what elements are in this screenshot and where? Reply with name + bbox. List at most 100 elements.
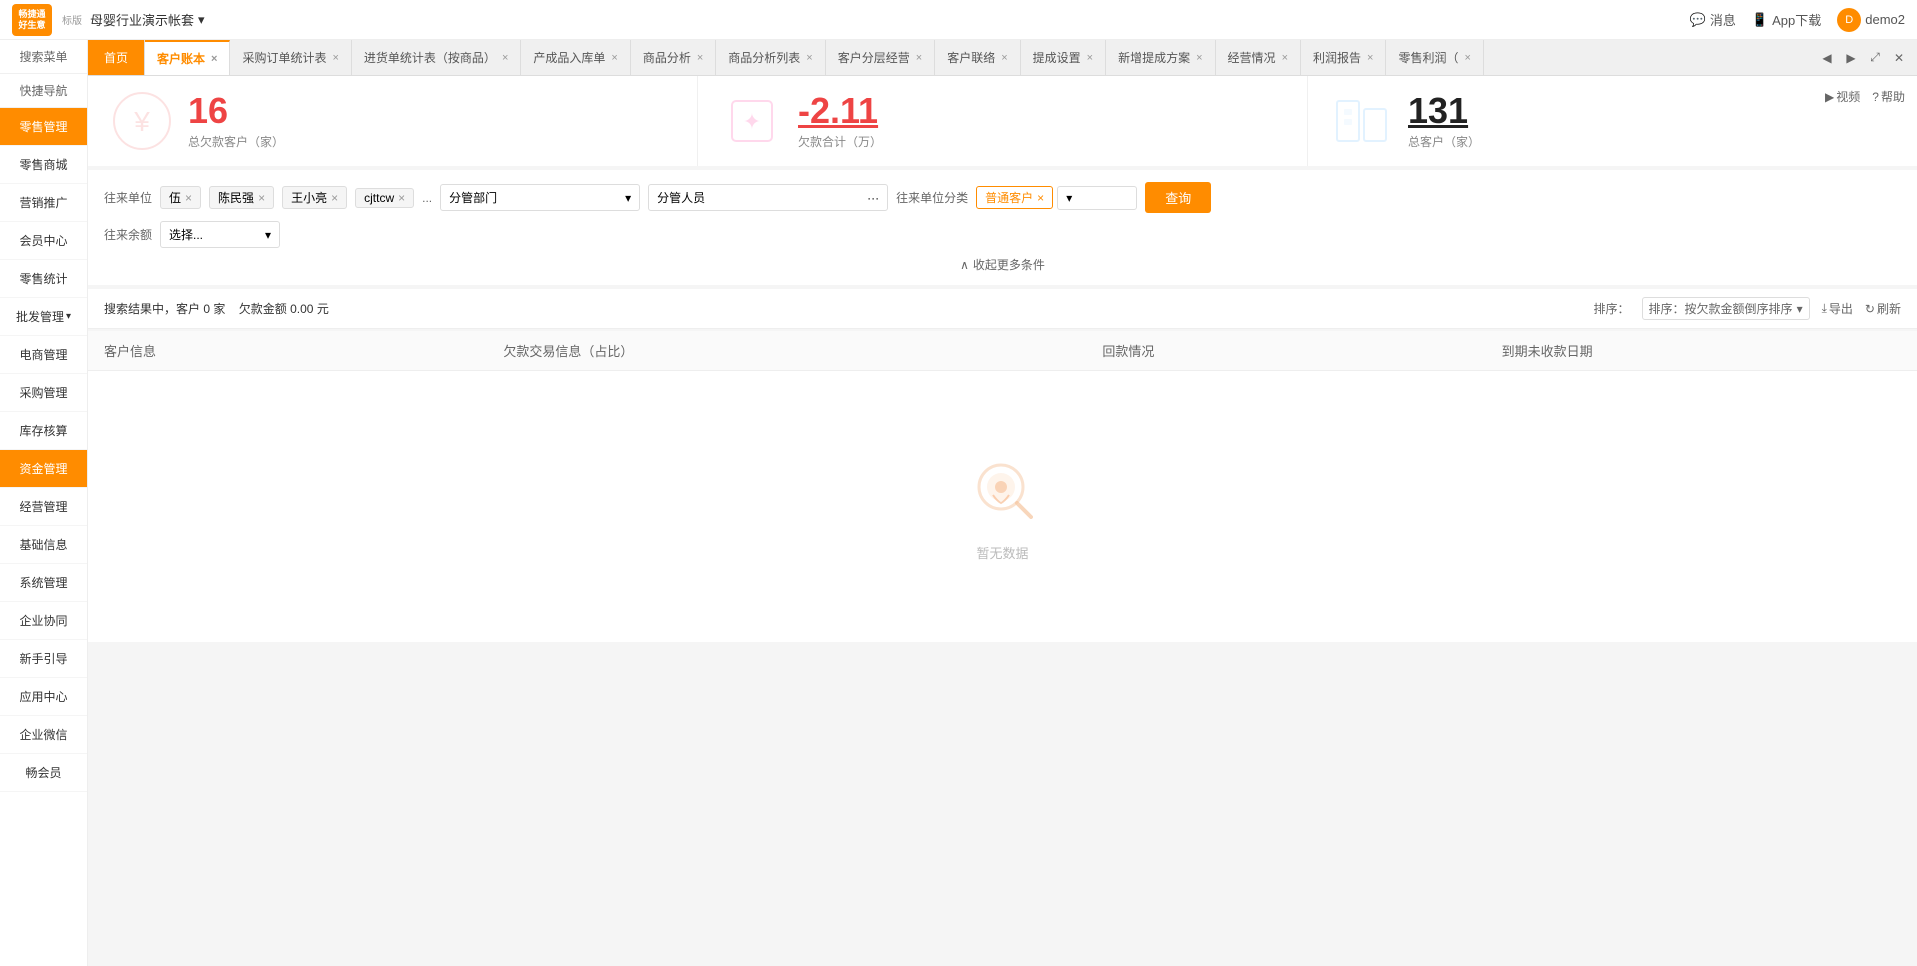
sidebar-item-member-vip[interactable]: 畅会员 bbox=[0, 754, 87, 792]
stat-info-all: 131 总客户（家） bbox=[1408, 93, 1480, 150]
filter-tag-chen[interactable]: 陈民强 × bbox=[209, 186, 274, 209]
tab-close-goods-analysis[interactable]: × bbox=[697, 52, 703, 64]
filter-more-tags[interactable]: ... bbox=[422, 191, 432, 205]
sidebar-quicknav[interactable]: 快捷导航 bbox=[0, 74, 87, 108]
filter-row-1: 往来单位 伍 × 陈民强 × 王小亮 × bbox=[104, 182, 1901, 213]
sidebar-item-new-guide[interactable]: 新手引导 bbox=[0, 640, 87, 678]
sidebar-item-inventory[interactable]: 库存核算 bbox=[0, 412, 87, 450]
store-selector[interactable]: 母婴行业演示帐套 ▾ bbox=[90, 10, 205, 29]
sidebar-item-member-center[interactable]: 会员中心 bbox=[0, 222, 87, 260]
filter-tag-wu[interactable]: 伍 × bbox=[160, 186, 201, 209]
help-btn[interactable]: ? 帮助 bbox=[1872, 88, 1905, 105]
remove-cjttcw-tag[interactable]: × bbox=[398, 191, 405, 205]
result-debt: 0.00 bbox=[290, 302, 313, 316]
tab-cost-in[interactable]: 产成品入库单 × bbox=[521, 40, 630, 76]
remove-wu-tag[interactable]: × bbox=[185, 191, 192, 205]
tab-close-new-propose[interactable]: × bbox=[1196, 52, 1202, 64]
tab-goods-analysis[interactable]: 商品分析 × bbox=[631, 40, 716, 76]
sidebar-item-basic-info[interactable]: 基础信息 bbox=[0, 526, 87, 564]
message-btn[interactable]: 💬 消息 bbox=[1690, 10, 1736, 29]
sidebar-item-capital[interactable]: 资金管理 bbox=[0, 450, 87, 488]
sidebar-item-batch-mgmt[interactable]: 批发管理 ▾ bbox=[0, 298, 87, 336]
balance-dropdown[interactable]: 选择... ▾ bbox=[160, 221, 280, 248]
tab-profit-report[interactable]: 利润报告 × bbox=[1301, 40, 1386, 76]
unit-label: 往来单位 bbox=[104, 189, 152, 206]
remove-type-tag[interactable]: × bbox=[1037, 191, 1044, 205]
avatar: D bbox=[1837, 8, 1861, 32]
tab-prev-btn[interactable]: ◀ bbox=[1817, 48, 1837, 68]
tab-close-ops[interactable]: × bbox=[1282, 52, 1288, 64]
col-header-debt: 欠款交易信息（占比） bbox=[503, 341, 1102, 360]
result-actions: 排序： 排序：按欠款金额倒序排序 ▾ ⤓ 导出 ↻ 刷新 bbox=[1594, 297, 1901, 320]
sidebar-item-retail-stats[interactable]: 零售统计 bbox=[0, 260, 87, 298]
export-btn[interactable]: ⤓ 导出 bbox=[1822, 300, 1853, 317]
tab-close-purchase[interactable]: × bbox=[332, 52, 338, 64]
unit-type-dropdown[interactable]: ▾ bbox=[1057, 186, 1137, 210]
tab-close-profit[interactable]: × bbox=[1367, 52, 1373, 64]
tab-goods-in-stats[interactable]: 进货单统计表（按商品） × bbox=[352, 40, 521, 76]
sidebar-search[interactable]: 搜索菜单 bbox=[0, 40, 87, 74]
tab-customer-capital[interactable]: 客户账本 × bbox=[145, 40, 230, 76]
debt-total-value: -2.11 bbox=[798, 93, 882, 129]
sidebar-item-app-center[interactable]: 应用中心 bbox=[0, 678, 87, 716]
table-header: 客户信息 欠款交易信息（占比） 回款情况 到期未收款日期 bbox=[88, 331, 1917, 371]
tab-close-tier[interactable]: × bbox=[916, 52, 922, 64]
user-avatar[interactable]: D demo2 bbox=[1837, 8, 1905, 32]
sidebar-item-enterprise-collab[interactable]: 企业协同 bbox=[0, 602, 87, 640]
sidebar-item-retail-mall[interactable]: 零售商城 bbox=[0, 146, 87, 184]
tab-new-propose[interactable]: 新增提成方案 × bbox=[1106, 40, 1215, 76]
remove-chen-tag[interactable]: × bbox=[258, 191, 265, 205]
sidebar-item-ecommerce[interactable]: 电商管理 bbox=[0, 336, 87, 374]
dept-dropdown[interactable]: 分管部门 ▾ bbox=[440, 184, 640, 211]
video-icon: ▶ bbox=[1825, 90, 1834, 104]
video-btn[interactable]: ▶ 视频 bbox=[1825, 88, 1860, 105]
sidebar-item-marketing[interactable]: 营销推广 bbox=[0, 184, 87, 222]
tab-close-goods-list[interactable]: × bbox=[806, 52, 812, 64]
sidebar-item-purchase[interactable]: 采购管理 bbox=[0, 374, 87, 412]
page-content: ¥ 16 总欠款客户（家） ✦ bbox=[88, 76, 1917, 966]
unit-type-selector: 普通客户 × ▾ bbox=[976, 186, 1137, 210]
svg-text:¥: ¥ bbox=[133, 106, 150, 137]
data-table: 客户信息 欠款交易信息（占比） 回款情况 到期未收款日期 bbox=[88, 331, 1917, 642]
tab-next-btn[interactable]: ▶ bbox=[1841, 48, 1861, 68]
filter-tag-wang[interactable]: 王小亮 × bbox=[282, 186, 347, 209]
total-all-label: 总客户（家） bbox=[1408, 133, 1480, 150]
tab-expand-btn[interactable]: ⤢ bbox=[1865, 48, 1885, 68]
total-customers-label: 总欠款客户（家） bbox=[188, 133, 284, 150]
tab-close-all-btn[interactable]: ✕ bbox=[1889, 48, 1909, 68]
dropdown-chevron-icon: ▾ bbox=[1066, 191, 1072, 205]
selected-type-tag[interactable]: 普通客户 × bbox=[976, 186, 1053, 209]
tab-purchase-order-stats[interactable]: 采购订单统计表 × bbox=[230, 40, 351, 76]
balance-label: 往来余额 bbox=[104, 226, 152, 243]
empty-icon bbox=[963, 451, 1043, 531]
tab-home[interactable]: 首页 bbox=[88, 40, 145, 76]
search-button[interactable]: 查询 bbox=[1145, 182, 1211, 213]
tab-propose-settings[interactable]: 提成设置 × bbox=[1021, 40, 1106, 76]
tab-ops-status[interactable]: 经营情况 × bbox=[1216, 40, 1301, 76]
sidebar-item-retail-mgmt[interactable]: 零售管理 bbox=[0, 108, 87, 146]
tab-close-contact[interactable]: × bbox=[1001, 52, 1007, 64]
tab-retail-profit[interactable]: 零售利润（ × bbox=[1386, 40, 1483, 76]
tab-close-retail-profit[interactable]: × bbox=[1464, 52, 1470, 64]
tab-close-goods-in[interactable]: × bbox=[502, 52, 508, 64]
filter-tag-cjttcw[interactable]: cjttcw × bbox=[355, 188, 414, 208]
collapse-btn[interactable]: ∧ 收起更多条件 bbox=[960, 256, 1045, 273]
person-dropdown[interactable]: 分管人员 ··· bbox=[648, 184, 888, 211]
content-area: 首页 客户账本 × 采购订单统计表 × 进货单统计表（按商品） × 产成品入库单… bbox=[88, 40, 1917, 966]
sidebar-item-sys[interactable]: 系统管理 bbox=[0, 564, 87, 602]
tab-close-cost-in[interactable]: × bbox=[611, 52, 617, 64]
refresh-btn[interactable]: ↻ 刷新 bbox=[1865, 300, 1901, 317]
tab-customer-contact[interactable]: 客户联络 × bbox=[935, 40, 1020, 76]
app-download-btn[interactable]: 📱 App下载 bbox=[1752, 10, 1821, 29]
sort-dropdown[interactable]: 排序：按欠款金额倒序排序 ▾ bbox=[1642, 297, 1810, 320]
tab-close-propose[interactable]: × bbox=[1087, 52, 1093, 64]
tab-customer-tier[interactable]: 客户分层经营 × bbox=[826, 40, 935, 76]
remove-wang-tag[interactable]: × bbox=[331, 191, 338, 205]
mobile-icon: 📱 bbox=[1752, 12, 1768, 28]
tab-goods-analysis-list[interactable]: 商品分析列表 × bbox=[716, 40, 825, 76]
top-bar: 畅捷通好生意 标版 母婴行业演示帐套 ▾ 💬 消息 📱 App下载 D demo… bbox=[0, 0, 1917, 40]
sidebar-item-ops[interactable]: 经营管理 bbox=[0, 488, 87, 526]
debt-icon: ✦ bbox=[722, 91, 782, 151]
tab-close-customer-capital[interactable]: × bbox=[211, 53, 217, 65]
sidebar-item-enterprise-wechat[interactable]: 企业微信 bbox=[0, 716, 87, 754]
